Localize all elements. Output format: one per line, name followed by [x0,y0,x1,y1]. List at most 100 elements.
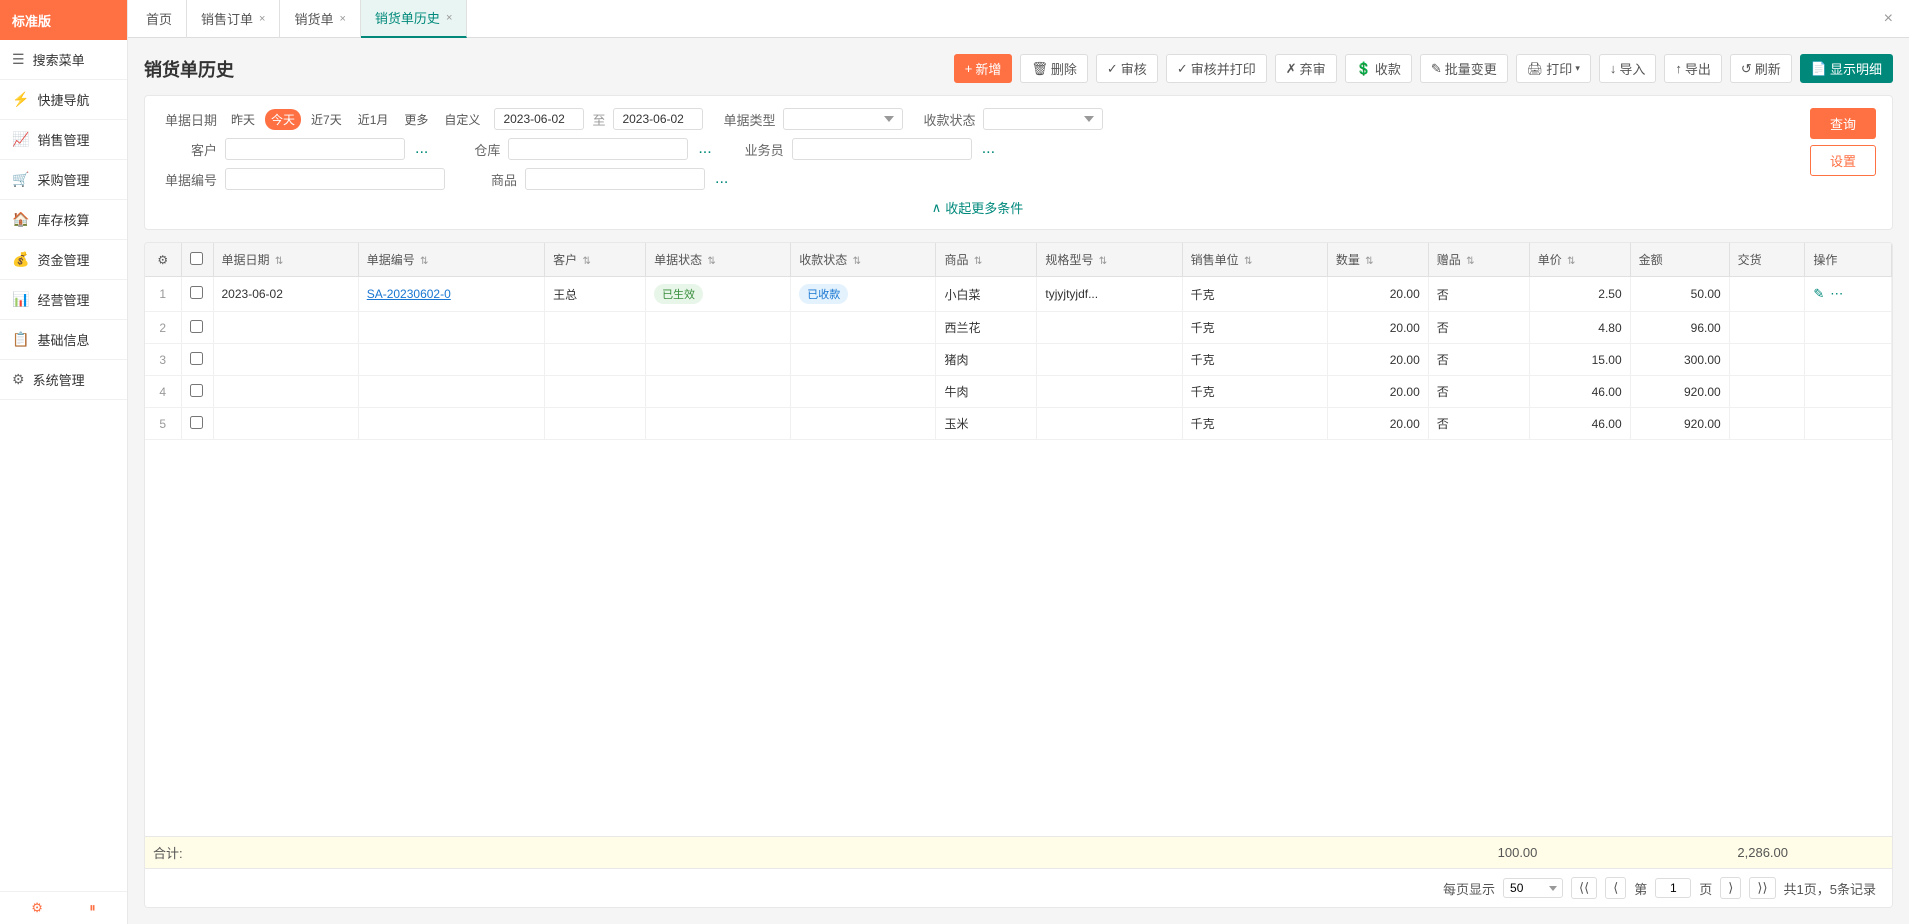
sidebar-item-search-menu[interactable]: ☰ 搜索菜单 [0,40,127,80]
sidebar-item-operations-mgmt[interactable]: 📊 经营管理 [0,280,127,320]
date-option-7days[interactable]: 近7天 [305,109,348,130]
date-option-1month[interactable]: 近1月 [352,109,395,130]
sort-doc-date-icon[interactable]: ⇅ [275,256,283,267]
refresh-button[interactable]: ↺ 刷新 [1730,54,1792,83]
sidebar-header: 标准版 [0,0,127,40]
col-doc-no[interactable]: 单据编号 ⇅ [358,243,544,277]
customer-input[interactable] [225,138,405,160]
row-checkbox[interactable] [190,320,203,333]
edit-action-btn[interactable]: ✎ [1813,286,1824,302]
operations-mgmt-icon: 📊 [12,291,29,308]
batch-change-button[interactable]: ✎ 批量变更 [1420,54,1508,83]
sidebar-footer-left-icon[interactable]: ⚙ [31,900,43,916]
sort-goods-icon[interactable]: ⇅ [974,256,982,267]
goods-ellipsis-btn[interactable]: ... [715,170,728,188]
col-doc-date[interactable]: 单据日期 ⇅ [213,243,358,277]
payment-status-select[interactable] [983,108,1103,130]
sort-doc-status-icon[interactable]: ⇅ [707,256,715,267]
tab-home[interactable]: 首页 [132,0,187,38]
sort-sales-unit-icon[interactable]: ⇅ [1244,256,1252,267]
col-payment-status[interactable]: 收款状态 ⇅ [791,243,936,277]
sort-gift-icon[interactable]: ⇅ [1466,256,1474,267]
col-quantity[interactable]: 数量 ⇅ [1327,243,1428,277]
current-page-input[interactable] [1655,878,1691,898]
tab-sales-order-close[interactable]: × [259,13,265,25]
sidebar-item-inventory[interactable]: 🏠 库存核算 [0,200,127,240]
sidebar-item-quick-nav[interactable]: ⚡ 快捷导航 [0,80,127,120]
date-option-yesterday[interactable]: 昨天 [225,109,261,130]
query-button[interactable]: 查询 [1810,108,1876,139]
date-option-more[interactable]: 更多 [398,109,434,130]
row-checkbox[interactable] [190,416,203,429]
row-actions-cell [1805,344,1892,376]
sidebar-footer-right-icon[interactable]: ⏸ [89,900,96,916]
row-checkbox[interactable] [190,286,203,299]
set-button[interactable]: 设置 [1810,145,1876,176]
doc-type-select[interactable] [783,108,903,130]
sort-payment-status-icon[interactable]: ⇅ [853,256,861,267]
delete-icon: 🗑 [1031,61,1048,77]
per-page-select[interactable]: 10 20 50 100 [1503,878,1563,898]
tab-sales-order[interactable]: 销售订单 × [187,0,280,38]
next-page-button[interactable]: ⟩ [1720,877,1741,899]
date-start-input[interactable] [494,108,584,130]
sort-quantity-icon[interactable]: ⇅ [1365,256,1373,267]
import-button[interactable]: ↓ 导入 [1599,54,1657,83]
customer-ellipsis-btn[interactable]: ... [415,140,428,158]
salesperson-ellipsis-btn[interactable]: ... [982,140,995,158]
row-checkbox[interactable] [190,352,203,365]
show-detail-button[interactable]: 📄 显示明细 [1800,54,1893,83]
audit-print-button[interactable]: ✓ 审核并打印 [1166,54,1267,83]
col-amount: 金额 [1630,243,1729,277]
tab-sales-history-close[interactable]: × [446,12,452,24]
sidebar-item-purchase-mgmt[interactable]: 🛒 采购管理 [0,160,127,200]
sidebar-item-sales-mgmt[interactable]: 📈 销售管理 [0,120,127,160]
col-spec-type[interactable]: 规格型号 ⇅ [1037,243,1182,277]
row-checkbox[interactable] [190,384,203,397]
col-unit-price[interactable]: 单价 ⇅ [1529,243,1630,277]
col-settings[interactable]: ⚙ [145,243,181,277]
col-goods[interactable]: 商品 ⇅ [936,243,1037,277]
date-option-custom[interactable]: 自定义 [438,109,486,130]
abandon-button[interactable]: ✗ 弃审 [1275,54,1337,83]
col-doc-status[interactable]: 单据状态 ⇅ [646,243,791,277]
export-button[interactable]: ↑ 导出 [1664,54,1722,83]
prev-page-button[interactable]: ⟨ [1605,877,1626,899]
select-all-checkbox[interactable] [190,252,203,265]
first-page-button[interactable]: ⟨⟨ [1571,877,1597,899]
col-customer[interactable]: 客户 ⇅ [545,243,646,277]
summary-label: 合计: [153,843,201,862]
goods-input[interactable] [525,168,705,190]
warehouse-ellipsis-btn[interactable]: ... [698,140,711,158]
new-button[interactable]: + 新增 [954,54,1013,83]
date-option-today[interactable]: 今天 [265,109,301,130]
sidebar-item-system-mgmt[interactable]: ⚙ 系统管理 [0,360,127,400]
audit-button[interactable]: ✓ 审核 [1096,54,1158,83]
sort-doc-no-icon[interactable]: ⇅ [420,256,428,267]
row-doc-date-cell [213,408,358,440]
sidebar-item-base-info[interactable]: 📋 基础信息 [0,320,127,360]
col-gift[interactable]: 赠品 ⇅ [1428,243,1529,277]
collapse-filter-button[interactable]: ∧ 收起更多条件 [932,198,1024,217]
abandon-icon: ✗ [1286,61,1297,77]
delete-button[interactable]: 🗑 删除 [1020,54,1088,83]
print-button[interactable]: 🖨 打印 ▾ [1516,54,1591,83]
warehouse-input[interactable] [508,138,688,160]
more-action-btn[interactable]: ⋯ [1830,286,1843,302]
sort-customer-icon[interactable]: ⇅ [582,256,590,267]
tab-sales-delivery[interactable]: 销货单 × [280,0,360,38]
sort-unit-price-icon[interactable]: ⇅ [1567,256,1575,267]
table-body: 1 2023-06-02 SA-20230602-0 王总 已生效 已收款 小白… [145,277,1892,440]
tab-sales-delivery-close[interactable]: × [339,13,345,25]
window-close-button[interactable]: × [1876,10,1901,28]
salesperson-input[interactable] [792,138,972,160]
last-page-button[interactable]: ⟩⟩ [1749,877,1775,899]
date-end-input[interactable] [613,108,703,130]
doc-no-link[interactable]: SA-20230602-0 [367,287,451,301]
sidebar-item-finance-mgmt[interactable]: 💰 资金管理 [0,240,127,280]
collect-button[interactable]: 💲 收款 [1345,54,1412,83]
tab-sales-history[interactable]: 销货单历史 × [361,0,467,38]
sort-spec-type-icon[interactable]: ⇅ [1099,256,1107,267]
col-sales-unit[interactable]: 销售单位 ⇅ [1182,243,1327,277]
doc-no-input[interactable] [225,168,445,190]
